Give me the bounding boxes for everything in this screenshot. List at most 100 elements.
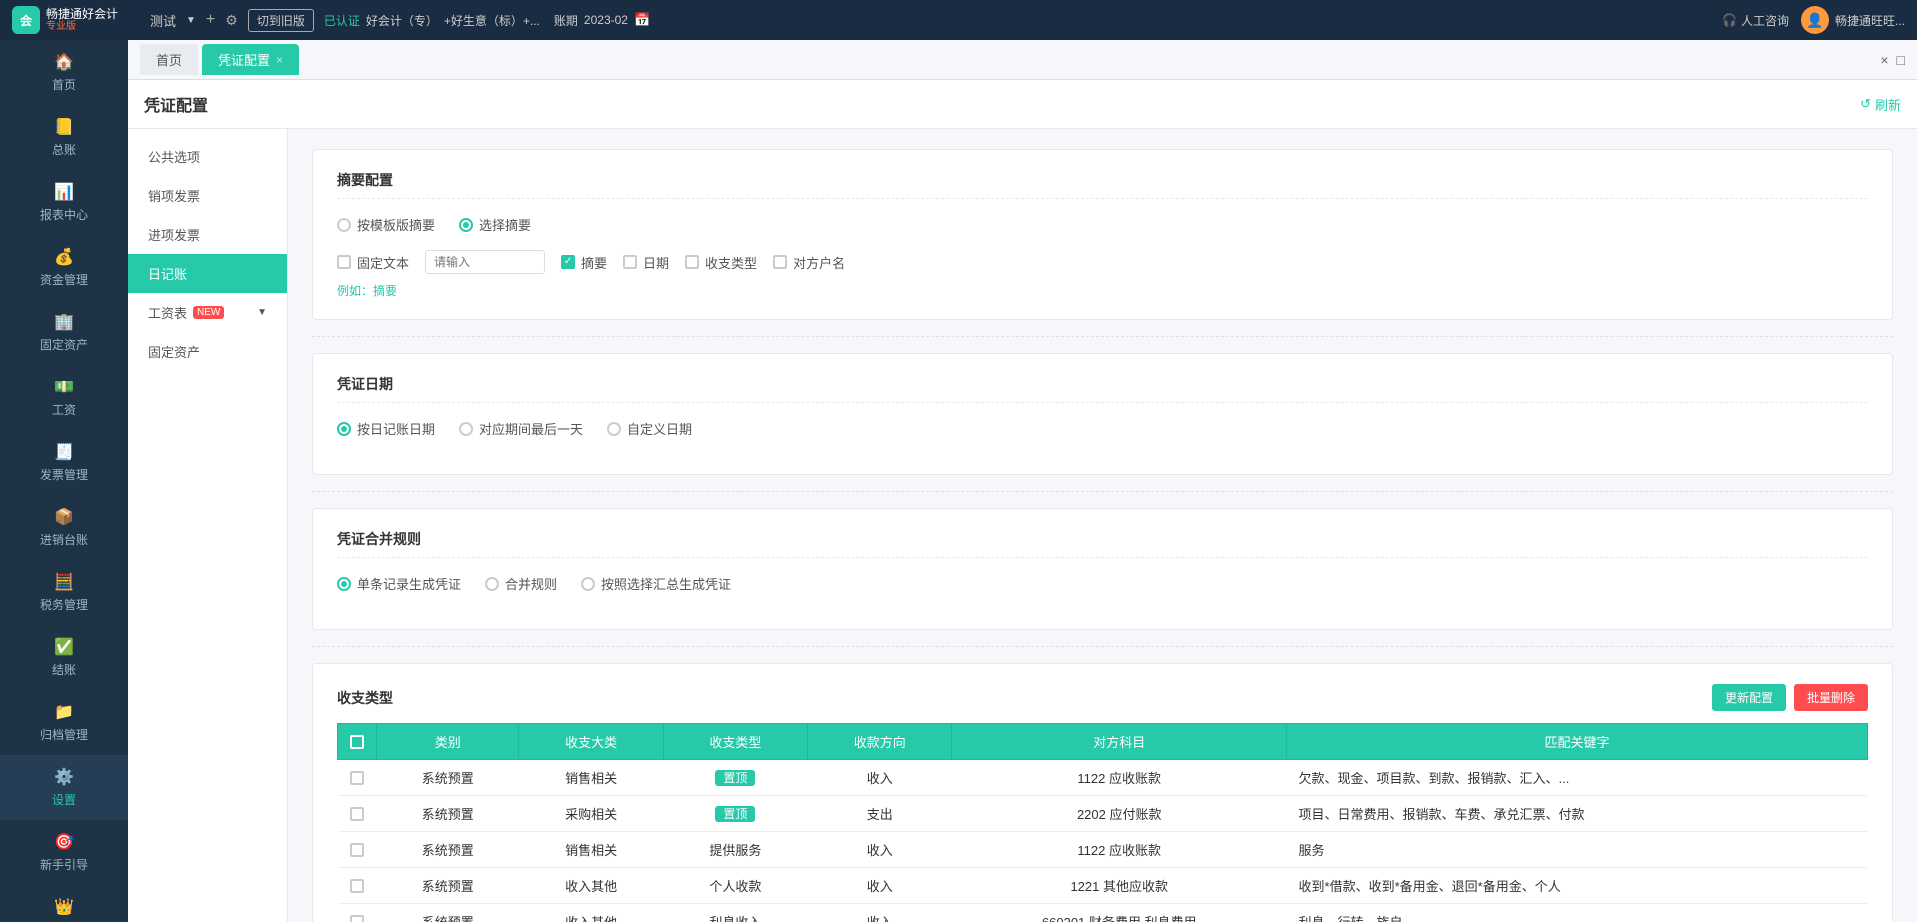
row-direction-1: 支出 xyxy=(808,796,952,832)
sidebar-item-settle[interactable]: ✅ 结账 xyxy=(0,625,128,690)
checkbox-date[interactable]: 日期 xyxy=(623,253,669,272)
guide-icon: 🎯 xyxy=(54,832,74,852)
radio-period-last-day[interactable]: 对应期间最后一天 xyxy=(459,419,583,438)
radio-merge-rule[interactable]: 合并规则 xyxy=(485,574,557,593)
left-nav-fixed-assets[interactable]: 固定资产 xyxy=(128,332,287,371)
good-accounting-tag: 好会计（专） xyxy=(366,12,438,29)
radio-select-summary[interactable]: 选择摘要 xyxy=(459,215,531,234)
th-checkbox[interactable] xyxy=(338,724,377,760)
row-account-4: 660301 财务费用 利息费用 xyxy=(952,904,1287,922)
row-checkbox-1[interactable] xyxy=(338,796,377,832)
switch-old-button[interactable]: 切到旧版 xyxy=(248,9,314,32)
row-type-0: 置顶 xyxy=(663,760,807,796)
refresh-button[interactable]: ↺ 刷新 xyxy=(1860,95,1901,114)
row-account-2: 1122 应收账款 xyxy=(952,832,1287,868)
archive-icon: 📁 xyxy=(54,702,74,722)
tab-bar: 首页 凭证配置 × × □ xyxy=(128,40,1917,80)
status-tags: 已认证 好会计（专） +好生意（标）+... 账期 2023-02 📅 xyxy=(324,12,650,29)
checkbox-box-counterparty xyxy=(773,255,787,269)
row-account-3: 1221 其他应收款 xyxy=(952,868,1287,904)
sidebar-item-settings[interactable]: ⚙️ 设置 xyxy=(0,755,128,820)
radio-by-template[interactable]: 按模板版摘要 xyxy=(337,215,435,234)
close-tab-button[interactable]: × xyxy=(1880,52,1888,68)
company-arrow[interactable]: ▼ xyxy=(186,15,196,26)
radio-circle-select xyxy=(459,218,473,232)
left-nav: 公共选项 销项发票 进项发票 日记账 工资表 NEW xyxy=(128,129,288,922)
row-checkbox-2[interactable] xyxy=(338,832,377,868)
headset-icon: 🎧 xyxy=(1722,13,1737,27)
row-checkbox-0[interactable] xyxy=(338,760,377,796)
row-direction-2: 收入 xyxy=(808,832,952,868)
sidebar-item-guide[interactable]: 🎯 新手引导 xyxy=(0,820,128,885)
row-type-1: 置顶 xyxy=(663,796,807,832)
logo: 会 畅捷通好会计 专业版 xyxy=(12,6,140,34)
reports-icon: 📊 xyxy=(54,182,74,202)
th-type: 收支类型 xyxy=(663,724,807,760)
radio-circle-custom xyxy=(607,422,621,436)
divider-2 xyxy=(312,491,1893,492)
update-config-button[interactable]: 更新配置 xyxy=(1712,684,1786,711)
income-expense-title: 收支类型 xyxy=(337,688,393,708)
sidebar-item-funds[interactable]: 💰 资金管理 xyxy=(0,235,128,300)
sidebar-item-purchase[interactable]: 📦 进销台账 xyxy=(0,495,128,560)
radio-select-total[interactable]: 按照选择汇总生成凭证 xyxy=(581,574,731,593)
radio-journal-date[interactable]: 按日记账日期 xyxy=(337,419,435,438)
sidebar-item-home[interactable]: 🏠 首页 xyxy=(0,40,128,105)
checkbox-counterparty[interactable]: 对方户名 xyxy=(773,253,845,272)
table-row: 系统预置 销售相关 置顶 收入 1122 应收账款 欠款、现金、项目款、到款、报… xyxy=(338,760,1868,796)
row-category-1: 系统预置 xyxy=(377,796,519,832)
row-keywords-0: 欠款、现金、项目款、到款、报销款、汇入、... xyxy=(1287,760,1868,796)
left-nav-public[interactable]: 公共选项 xyxy=(128,137,287,176)
voucher-merge-section: 凭证合并规则 单条记录生成凭证 合并规则 xyxy=(312,508,1893,630)
sidebar-item-reports[interactable]: 📊 报表中心 xyxy=(0,170,128,235)
left-nav-sales-invoice[interactable]: 销项发票 xyxy=(128,176,287,215)
sidebar-item-tax[interactable]: 🧮 税务管理 xyxy=(0,560,128,625)
income-expense-table: 类别 收支大类 收支类型 收款方向 对方科目 匹配关键字 xyxy=(337,723,1868,922)
divider-3 xyxy=(312,646,1893,647)
fixed-text-input[interactable] xyxy=(425,250,545,274)
sidebar-item-assets[interactable]: 🏢 固定资产 xyxy=(0,300,128,365)
table-action-buttons: 更新配置 批量删除 xyxy=(1712,684,1868,711)
maximize-tab-button[interactable]: □ xyxy=(1897,52,1905,68)
tab-close-icon[interactable]: × xyxy=(276,53,283,67)
left-nav-journal[interactable]: 日记账 xyxy=(128,254,287,293)
checkbox-summary[interactable]: 摘要 xyxy=(561,253,607,272)
checkbox-pay-type[interactable]: 收支类型 xyxy=(685,253,757,272)
left-nav-purchase-invoice[interactable]: 进项发票 xyxy=(128,215,287,254)
row-checkbox-4[interactable] xyxy=(338,904,377,922)
checkbox-box-paytype xyxy=(685,255,699,269)
period-label: 账期 xyxy=(554,12,578,29)
add-button[interactable]: + xyxy=(206,11,215,29)
row-checkbox-3[interactable] xyxy=(338,868,377,904)
row-type-2: 提供服务 xyxy=(663,832,807,868)
batch-delete-button[interactable]: 批量删除 xyxy=(1794,684,1868,711)
tab-home[interactable]: 首页 xyxy=(140,44,198,75)
voucher-merge-title: 凭证合并规则 xyxy=(337,529,1868,558)
left-nav-payroll-table[interactable]: 工资表 NEW ▼ xyxy=(128,293,287,332)
table-row: 系统预置 收入其他 利息收入 收入 660301 财务费用 利息费用 利息、行转… xyxy=(338,904,1868,922)
checkbox-box-fixed xyxy=(337,255,351,269)
sidebar-item-archive[interactable]: 📁 归档管理 xyxy=(0,690,128,755)
row-keywords-2: 服务 xyxy=(1287,832,1868,868)
radio-single-record[interactable]: 单条记录生成凭证 xyxy=(337,574,461,593)
sidebar-item-member[interactable]: 👑 畅会员 xyxy=(0,885,128,922)
tab-voucher-config[interactable]: 凭证配置 × xyxy=(202,44,299,75)
sidebar-item-ledger[interactable]: 📒 总账 xyxy=(0,105,128,170)
divider-1 xyxy=(312,336,1893,337)
certified-tag: 已认证 xyxy=(324,12,360,29)
radio-circle-total xyxy=(581,577,595,591)
calendar-icon[interactable]: 📅 xyxy=(634,12,650,28)
service-button[interactable]: 🎧 人工咨询 xyxy=(1722,12,1789,29)
row-type-3: 个人收款 xyxy=(663,868,807,904)
radio-circle-period xyxy=(459,422,473,436)
logo-icon: 会 xyxy=(12,6,40,34)
sidebar-item-invoice[interactable]: 🧾 发票管理 xyxy=(0,430,128,495)
gear-icon[interactable]: ⚙ xyxy=(225,12,238,29)
settle-icon: ✅ xyxy=(54,637,74,657)
checkbox-fixed-text[interactable]: 固定文本 xyxy=(337,253,409,272)
radio-custom-date[interactable]: 自定义日期 xyxy=(607,419,692,438)
funds-icon: 💰 xyxy=(54,247,74,267)
row-category-2: 系统预置 xyxy=(377,832,519,868)
sidebar-item-payroll[interactable]: 💵 工资 xyxy=(0,365,128,430)
user-info[interactable]: 👤 畅捷通旺旺... xyxy=(1801,6,1905,34)
